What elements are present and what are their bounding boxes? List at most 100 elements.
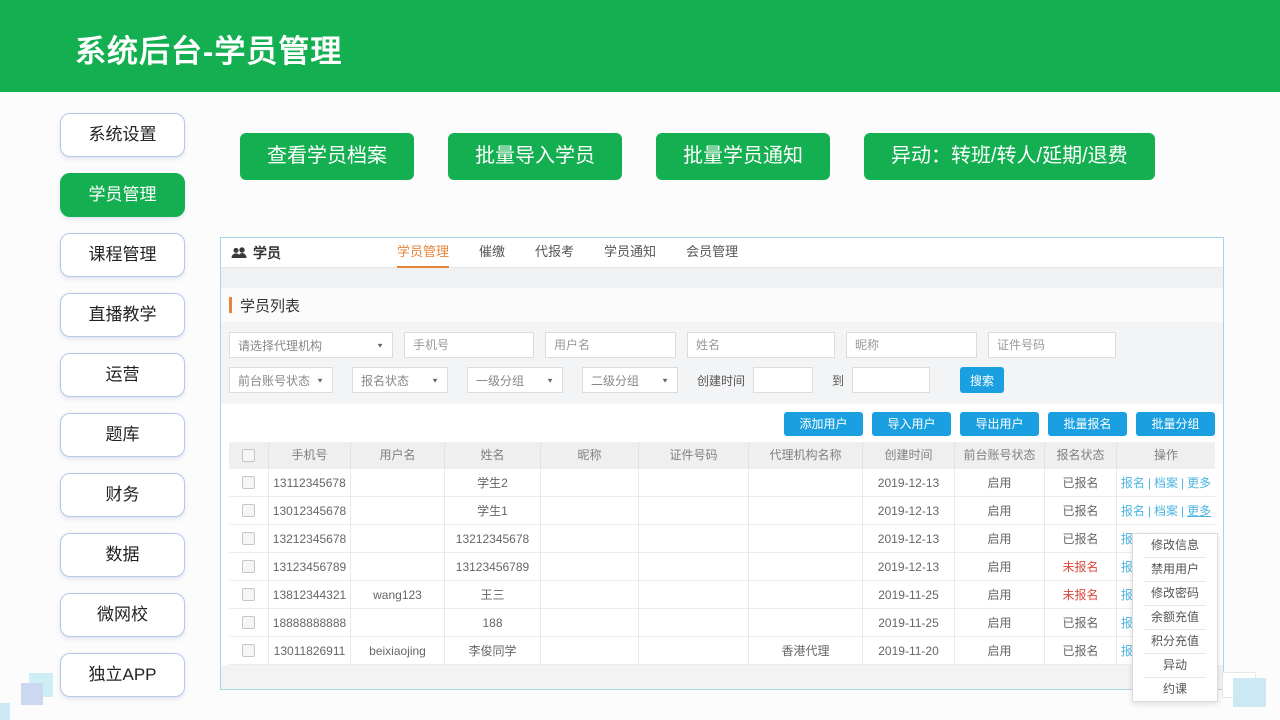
sidebar-item-5[interactable]: 题库 bbox=[60, 413, 185, 457]
filter-row-1: 请选择代理机构▼ bbox=[229, 332, 1215, 358]
quick-button-2[interactable]: 批量学员通知 bbox=[656, 133, 830, 180]
cell-id_number bbox=[639, 469, 749, 496]
row-checkbox[interactable] bbox=[242, 644, 255, 657]
action-button-1[interactable]: 导入用户 bbox=[872, 412, 951, 436]
cell-name: 学生2 bbox=[445, 469, 541, 496]
cell-reg-status: 已报名 bbox=[1045, 609, 1117, 636]
tab-2[interactable]: 代报考 bbox=[535, 238, 574, 268]
link-separator: | bbox=[1148, 504, 1151, 518]
menu-item-0[interactable]: 修改信息 bbox=[1133, 534, 1217, 557]
filter-input-1[interactable] bbox=[404, 332, 534, 358]
cell-created: 2019-12-13 bbox=[863, 469, 955, 496]
tab-4[interactable]: 会员管理 bbox=[686, 238, 738, 268]
menu-item-4[interactable]: 积分充值 bbox=[1133, 630, 1217, 653]
action-button-4[interactable]: 批量分组 bbox=[1136, 412, 1215, 436]
row-checkbox[interactable] bbox=[242, 560, 255, 573]
row-checkbox[interactable] bbox=[242, 476, 255, 489]
row-checkbox-cell bbox=[229, 469, 269, 496]
cell-agency bbox=[749, 609, 863, 636]
sidebar-item-9[interactable]: 独立APP bbox=[60, 653, 185, 697]
more-link[interactable]: 更多 bbox=[1187, 504, 1211, 518]
cell-nickname bbox=[541, 497, 639, 524]
cell-account_status: 启用 bbox=[955, 581, 1045, 608]
filter-select-row2-2[interactable]: 一级分组▼ bbox=[467, 367, 563, 393]
section-accent-bar bbox=[229, 297, 232, 313]
cell-reg-status: 已报名 bbox=[1045, 469, 1117, 496]
filter-select-value: 二级分组 bbox=[591, 372, 639, 389]
more-link[interactable]: 更多 bbox=[1187, 476, 1211, 490]
quick-button-1[interactable]: 批量导入学员 bbox=[448, 133, 622, 180]
row-checkbox[interactable] bbox=[242, 588, 255, 601]
enroll-link[interactable]: 报名 bbox=[1121, 504, 1145, 518]
cell-phone: 13012345678 bbox=[269, 497, 351, 524]
tab-0[interactable]: 学员管理 bbox=[397, 238, 449, 268]
menu-item-5[interactable]: 异动 bbox=[1133, 654, 1217, 677]
quick-button-3[interactable]: 异动：转班/转人/延期/退费 bbox=[864, 133, 1155, 180]
sidebar-item-4[interactable]: 运营 bbox=[60, 353, 185, 397]
sidebar-item-0[interactable]: 系统设置 bbox=[60, 113, 185, 157]
quick-buttons-row: 查看学员档案批量导入学员批量学员通知异动：转班/转人/延期/退费 bbox=[240, 133, 1155, 180]
cell-agency bbox=[749, 497, 863, 524]
action-button-2[interactable]: 导出用户 bbox=[960, 412, 1039, 436]
table-row: 13012345678学生12019-12-13启用已报名报名|档案|更多 bbox=[229, 497, 1215, 525]
filter-input-5[interactable] bbox=[988, 332, 1116, 358]
table-body: 13112345678学生22019-12-13启用已报名报名|档案|更多130… bbox=[229, 469, 1215, 665]
row-checkbox[interactable] bbox=[242, 532, 255, 545]
profile-link[interactable]: 档案 bbox=[1154, 476, 1178, 490]
row-checkbox[interactable] bbox=[242, 616, 255, 629]
chevron-down-icon: ▼ bbox=[431, 376, 439, 383]
menu-item-3[interactable]: 余额充值 bbox=[1133, 606, 1217, 629]
chevron-down-icon: ▼ bbox=[316, 376, 324, 383]
cell-nickname bbox=[541, 469, 639, 496]
row-checkbox-cell bbox=[229, 637, 269, 664]
menu-item-2[interactable]: 修改密码 bbox=[1133, 582, 1217, 605]
menu-item-6[interactable]: 约课 bbox=[1133, 678, 1217, 701]
cell-account_status: 启用 bbox=[955, 637, 1045, 664]
cell-phone: 13112345678 bbox=[269, 469, 351, 496]
menu-item-1[interactable]: 禁用用户 bbox=[1133, 558, 1217, 581]
filter-select-0[interactable]: 请选择代理机构▼ bbox=[229, 332, 393, 358]
sidebar-item-6[interactable]: 财务 bbox=[60, 473, 185, 517]
sidebar-item-8[interactable]: 微网校 bbox=[60, 593, 185, 637]
enroll-link[interactable]: 报名 bbox=[1121, 476, 1145, 490]
quick-button-0[interactable]: 查看学员档案 bbox=[240, 133, 414, 180]
sidebar-item-3[interactable]: 直播教学 bbox=[60, 293, 185, 337]
filter-row-2: 前台账号状态▼报名状态▼一级分组▼二级分组▼创建时间到搜索 bbox=[229, 367, 1215, 393]
cell-name: 王三 bbox=[445, 581, 541, 608]
profile-link[interactable]: 档案 bbox=[1154, 504, 1178, 518]
filter-select-row2-0[interactable]: 前台账号状态▼ bbox=[229, 367, 333, 393]
decoration-square bbox=[21, 683, 43, 705]
cell-username: beixiaojing bbox=[351, 637, 445, 664]
filter-input-3[interactable] bbox=[687, 332, 835, 358]
action-button-3[interactable]: 批量报名 bbox=[1048, 412, 1127, 436]
table-action-buttons: 添加用户导入用户导出用户批量报名批量分组 bbox=[221, 404, 1223, 442]
select-all-checkbox[interactable] bbox=[242, 449, 255, 462]
cell-username bbox=[351, 497, 445, 524]
sidebar-item-7[interactable]: 数据 bbox=[60, 533, 185, 577]
row-checkbox-cell bbox=[229, 525, 269, 552]
action-button-0[interactable]: 添加用户 bbox=[784, 412, 863, 436]
cell-account_status: 启用 bbox=[955, 525, 1045, 552]
filter-input-2[interactable] bbox=[545, 332, 676, 358]
cell-created: 2019-11-25 bbox=[863, 609, 955, 636]
search-button[interactable]: 搜索 bbox=[960, 367, 1004, 393]
sidebar-item-1[interactable]: 学员管理 bbox=[60, 173, 185, 217]
filter-area: 请选择代理机构▼ 前台账号状态▼报名状态▼一级分组▼二级分组▼创建时间到搜索 bbox=[221, 322, 1223, 404]
table-row: 13212345678132123456782019-12-13启用已报名报名|… bbox=[229, 525, 1215, 553]
filter-select-row2-3[interactable]: 二级分组▼ bbox=[582, 367, 678, 393]
date-input-0[interactable] bbox=[753, 367, 813, 393]
row-checkbox[interactable] bbox=[242, 504, 255, 517]
date-input-1[interactable] bbox=[852, 367, 930, 393]
tab-3[interactable]: 学员通知 bbox=[604, 238, 656, 268]
sidebar-item-2[interactable]: 课程管理 bbox=[60, 233, 185, 277]
filter-select-row2-1[interactable]: 报名状态▼ bbox=[352, 367, 448, 393]
cell-username bbox=[351, 525, 445, 552]
column-header-4: 昵称 bbox=[541, 442, 639, 469]
tab-1[interactable]: 催缴 bbox=[479, 238, 505, 268]
filter-input-4[interactable] bbox=[846, 332, 977, 358]
cell-phone: 13212345678 bbox=[269, 525, 351, 552]
cell-account_status: 启用 bbox=[955, 469, 1045, 496]
module-label-group: 学员 bbox=[231, 243, 281, 263]
page: 系统后台-学员管理 系统设置学员管理课程管理直播教学运营题库财务数据微网校独立A… bbox=[0, 0, 1280, 720]
cell-username bbox=[351, 469, 445, 496]
